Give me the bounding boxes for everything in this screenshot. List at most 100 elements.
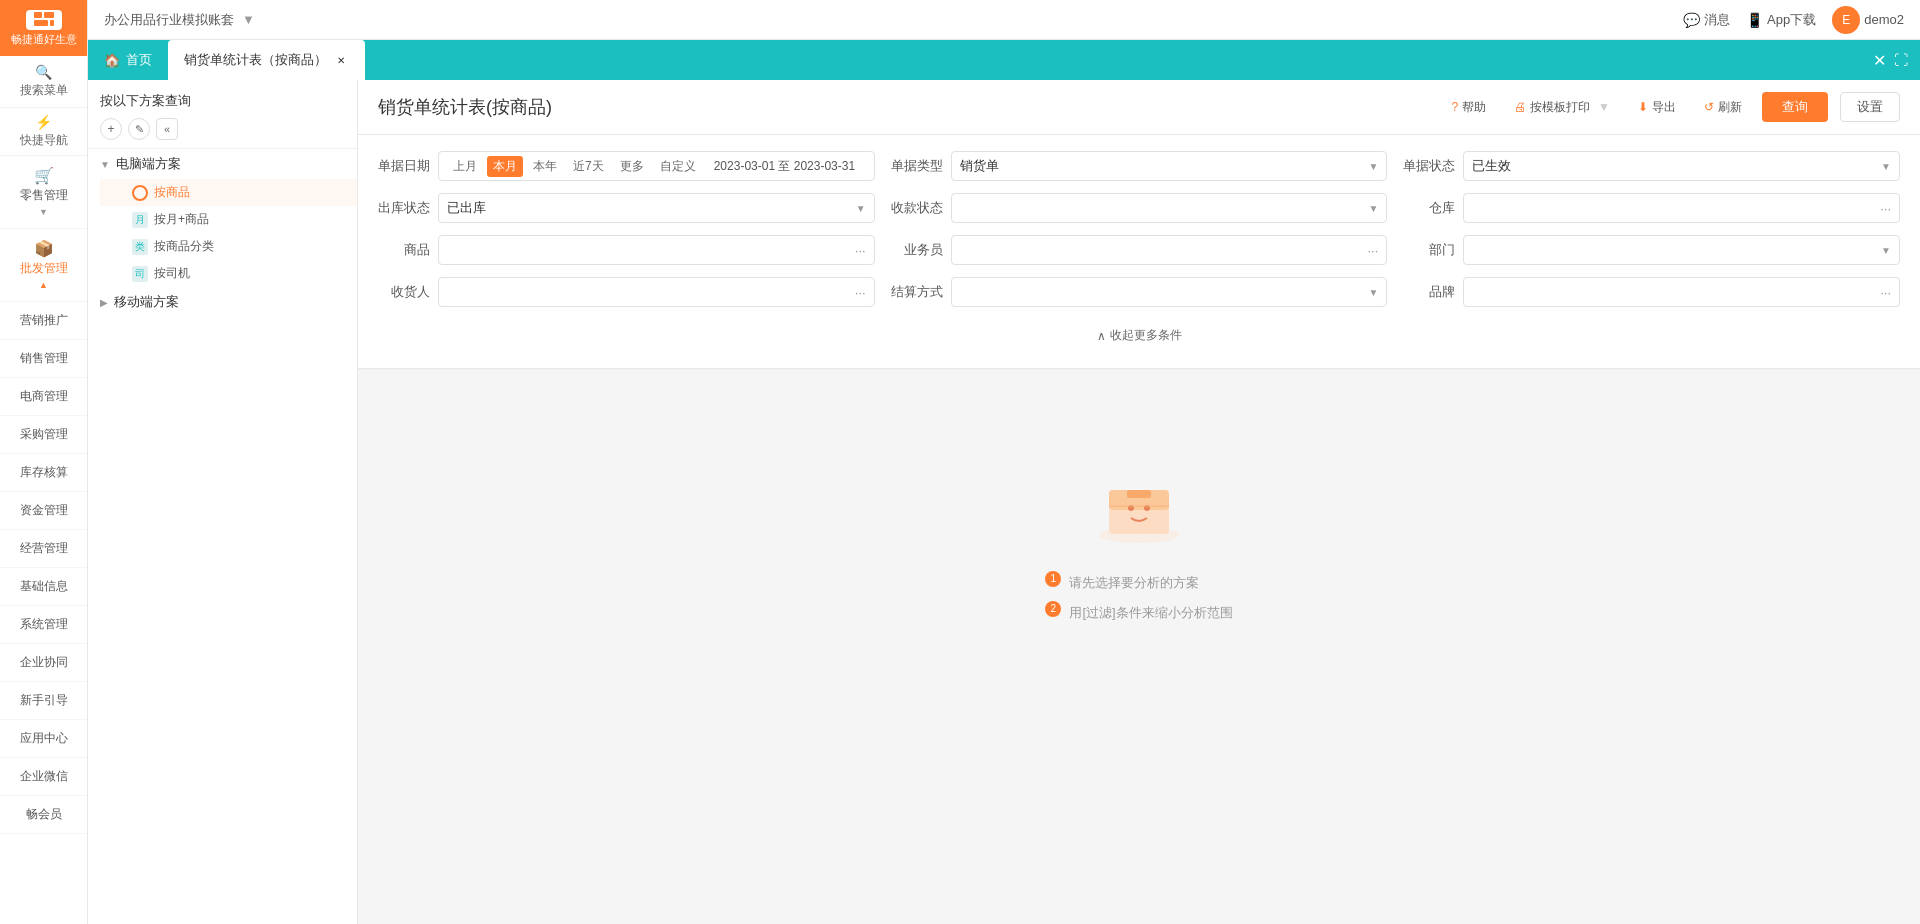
- svg-rect-0: [34, 12, 42, 18]
- filter-doc-type: 单据类型 销货单 ▼: [891, 151, 1388, 181]
- sidebar-item-wholesale[interactable]: 📦 批发管理 ▲: [0, 229, 87, 302]
- brand-input[interactable]: ···: [1463, 277, 1900, 307]
- page-header: 销货单统计表(按商品) ? 帮助 🖨 按模板打印 ▼ ⬇ 导出: [358, 80, 1920, 135]
- app-download-btn[interactable]: 📱 App下载: [1746, 11, 1816, 29]
- sidebar-item-app-center[interactable]: 应用中心: [0, 720, 87, 758]
- sidebar-item-operation[interactable]: 经营管理: [0, 530, 87, 568]
- filter-product: 商品 ···: [378, 235, 875, 265]
- date-tabs: 上月 本月 本年 近7天 更多 自定义: [447, 156, 702, 177]
- salesperson-dots[interactable]: ···: [1368, 243, 1379, 258]
- date-tab-7days[interactable]: 近7天: [567, 156, 610, 177]
- sidebar-item-member[interactable]: 畅会员: [0, 796, 87, 834]
- retail-arrow: ▼: [39, 207, 48, 217]
- doc-type-select[interactable]: 销货单 ▼: [951, 151, 1388, 181]
- empty-text: 1 请先选择要分析的方案 2 用[过滤]条件来缩小分析范围: [1045, 570, 1232, 630]
- export-btn[interactable]: ⬇ 导出: [1630, 95, 1684, 120]
- sidebar-item-purchase[interactable]: 采购管理: [0, 416, 87, 454]
- sidebar-item-finance[interactable]: 资金管理: [0, 492, 87, 530]
- main-area: 办公用品行业模拟账套 ▼ 💬 消息 📱 App下载 E demo2 🏠 首页: [88, 0, 1920, 924]
- tree-mobile-section[interactable]: ▶ 移动端方案: [88, 287, 357, 317]
- sidebar-quick-nav[interactable]: ⚡ 快捷导航: [0, 108, 87, 156]
- sidebar-item-basic[interactable]: 基础信息: [0, 568, 87, 606]
- date-tab-this-year[interactable]: 本年: [527, 156, 563, 177]
- warehouse-dots[interactable]: ···: [1880, 201, 1891, 216]
- tree-item-by-driver[interactable]: 司 按司机: [100, 260, 357, 287]
- filter-outbound-status: 出库状态 已出库 ▼: [378, 193, 875, 223]
- date-tab-this-month[interactable]: 本月: [487, 156, 523, 177]
- home-icon: 🏠: [104, 53, 120, 68]
- right-panel: 销货单统计表(按商品) ? 帮助 🖨 按模板打印 ▼ ⬇ 导出: [358, 80, 1920, 924]
- tree-item-by-category[interactable]: 类 按商品分类: [100, 233, 357, 260]
- help-btn[interactable]: ? 帮助: [1443, 95, 1494, 120]
- logo-text: 畅捷通好生意: [11, 32, 77, 47]
- query-btn[interactable]: 查询: [1762, 92, 1828, 122]
- receiver-input[interactable]: ···: [438, 277, 875, 307]
- filter-receiver: 收货人 ···: [378, 277, 875, 307]
- sidebar-item-marketing[interactable]: 营销推广: [0, 302, 87, 340]
- date-tab-custom[interactable]: 自定义: [654, 156, 702, 177]
- sidebar-item-inventory[interactable]: 库存核算: [0, 454, 87, 492]
- product-input[interactable]: ···: [438, 235, 875, 265]
- receiver-dots[interactable]: ···: [855, 285, 866, 300]
- sidebar: 畅捷通好生意 🔍 搜索菜单 ⚡ 快捷导航 🛒 零售管理 ▼ 📦 批发管理 ▲ 营…: [0, 0, 88, 924]
- message-icon: 💬: [1683, 12, 1700, 28]
- empty-step-2: 2 用[过滤]条件来缩小分析范围: [1045, 600, 1232, 626]
- tab-close-window-icon[interactable]: ✕: [1873, 51, 1886, 70]
- sidebar-item-retail[interactable]: 🛒 零售管理 ▼: [0, 156, 87, 229]
- tree-mobile-arrow: ▶: [100, 297, 108, 308]
- print-dropdown-arrow[interactable]: ▼: [1598, 100, 1610, 114]
- outbound-status-select[interactable]: 已出库 ▼: [438, 193, 875, 223]
- product-label: 商品: [378, 241, 438, 259]
- tree-pc-section[interactable]: ▼ 电脑端方案: [88, 149, 357, 179]
- salesperson-input[interactable]: ···: [951, 235, 1388, 265]
- date-tab-last-month[interactable]: 上月: [447, 156, 483, 177]
- filter-salesperson: 业务员 ···: [891, 235, 1388, 265]
- tab-home[interactable]: 🏠 首页: [88, 40, 168, 80]
- filter-row-1: 单据日期 上月 本月 本年 近7天 更多 自定义 2023-03-01 至 20…: [378, 151, 1900, 181]
- date-control: 上月 本月 本年 近7天 更多 自定义 2023-03-01 至 2023-03…: [438, 151, 875, 181]
- product-dots[interactable]: ···: [855, 243, 866, 258]
- sidebar-item-wechat[interactable]: 企业微信: [0, 758, 87, 796]
- tree-item-by-month-product[interactable]: 月 按月+商品: [100, 206, 357, 233]
- sidebar-item-sales[interactable]: 销售管理: [0, 340, 87, 378]
- payment-status-select[interactable]: ▼: [951, 193, 1388, 223]
- refresh-btn[interactable]: ↺ 刷新: [1696, 95, 1750, 120]
- collapse-panel-btn[interactable]: «: [156, 118, 178, 140]
- sidebar-item-enterprise[interactable]: 企业协同: [0, 644, 87, 682]
- sidebar-search[interactable]: 🔍 搜索菜单: [0, 56, 87, 108]
- add-scheme-btn[interactable]: +: [100, 118, 122, 140]
- tree-item-by-product[interactable]: 按商品: [100, 179, 357, 206]
- brand-dots[interactable]: ···: [1880, 285, 1891, 300]
- brand-label: 品牌: [1403, 283, 1463, 301]
- message-btn[interactable]: 💬 消息: [1683, 11, 1730, 29]
- tab-sales-stat[interactable]: 销货单统计表（按商品） ✕: [168, 40, 365, 80]
- page-title: 销货单统计表(按商品): [378, 95, 552, 119]
- warehouse-input[interactable]: ···: [1463, 193, 1900, 223]
- tab-close-btn[interactable]: ✕: [333, 52, 349, 68]
- topbar-right: 💬 消息 📱 App下载 E demo2: [1683, 6, 1904, 34]
- month-product-icon: 月: [132, 212, 148, 228]
- doc-status-select[interactable]: 已生效 ▼: [1463, 151, 1900, 181]
- payment-method-select[interactable]: ▼: [951, 277, 1388, 307]
- sidebar-item-ecommerce[interactable]: 电商管理: [0, 378, 87, 416]
- empty-illustration: [1079, 450, 1199, 550]
- filter-row-4: 收货人 ··· 结算方式 ▼ 品牌: [378, 277, 1900, 307]
- user-avatar[interactable]: E demo2: [1832, 6, 1904, 34]
- tree-pc-arrow: ▼: [100, 159, 110, 170]
- date-tab-more[interactable]: 更多: [614, 156, 650, 177]
- by-product-icon: [132, 185, 148, 201]
- department-select[interactable]: ▼: [1463, 235, 1900, 265]
- topbar-dropdown-arrow[interactable]: ▼: [242, 12, 255, 27]
- left-panel: 按以下方案查询 + ✎ « ▼ 电脑端方案 按商品 月 按月+商: [88, 80, 358, 924]
- collapse-filter-btn[interactable]: ∧ 收起更多条件: [378, 319, 1900, 352]
- settings-btn[interactable]: 设置: [1840, 92, 1900, 122]
- doc-type-arrow: ▼: [1368, 161, 1378, 172]
- edit-scheme-btn[interactable]: ✎: [128, 118, 150, 140]
- sidebar-item-system[interactable]: 系统管理: [0, 606, 87, 644]
- tab-fullscreen-icon[interactable]: ⛶: [1894, 52, 1908, 68]
- outbound-status-label: 出库状态: [378, 199, 438, 217]
- phone-icon: 📱: [1746, 12, 1763, 28]
- sidebar-item-guide[interactable]: 新手引导: [0, 682, 87, 720]
- print-btn[interactable]: 🖨 按模板打印 ▼: [1506, 95, 1618, 120]
- driver-label: 按司机: [154, 265, 190, 282]
